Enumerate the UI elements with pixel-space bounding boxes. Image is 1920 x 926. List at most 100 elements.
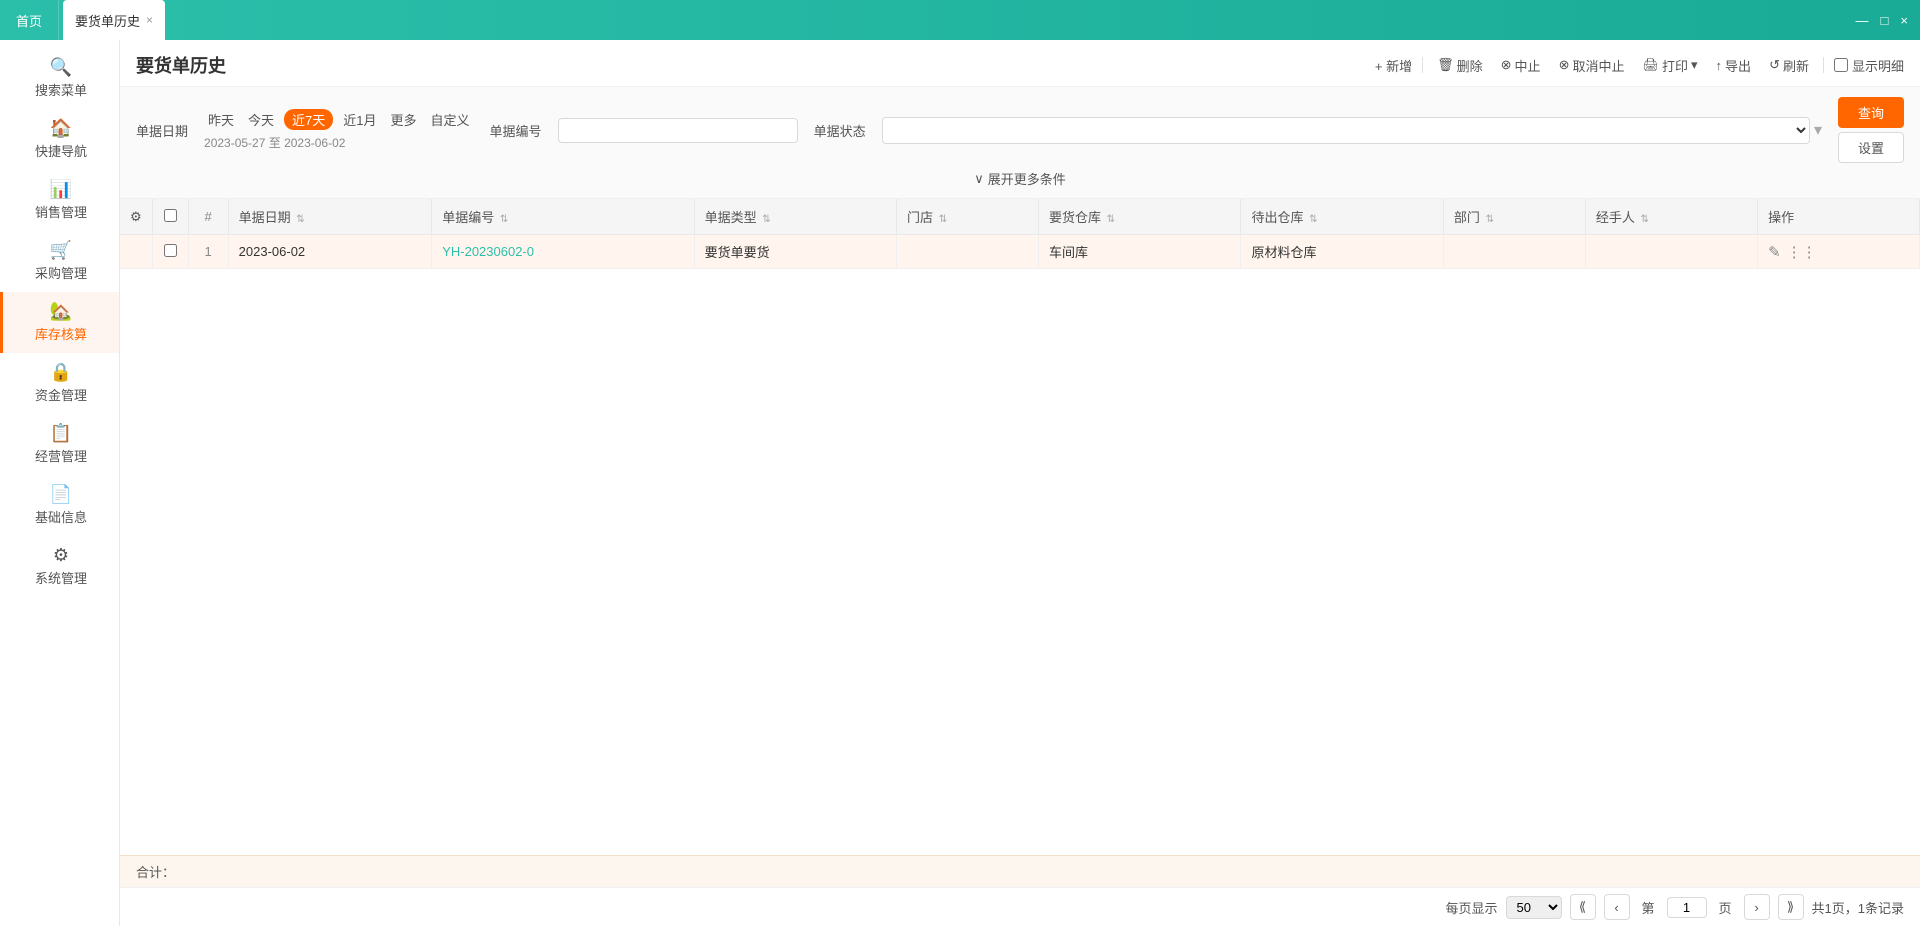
search-menu-icon: 🔍 [50, 58, 72, 76]
page-last-button[interactable]: ⟫ [1778, 894, 1804, 920]
sidebar-item-sales[interactable]: 📊 销售管理 [0, 170, 119, 231]
delete-button[interactable]: 🗑 删除 [1433, 54, 1487, 77]
cancel-stop-button[interactable]: ⊗ 取消中止 [1555, 54, 1629, 77]
sidebar-item-label: 系统管理 [35, 568, 87, 587]
settings-button[interactable]: 设置 [1838, 132, 1904, 163]
sidebar-item-search-menu[interactable]: 🔍 搜索菜单 [0, 48, 119, 109]
td-dest-warehouse: 原材料仓库 [1241, 235, 1443, 269]
tab-home[interactable]: 首页 [0, 0, 59, 40]
sort-icon-department: ⇅ [1486, 214, 1494, 225]
sidebar-item-finance[interactable]: 🔒 资金管理 [0, 353, 119, 414]
date-shortcut-more[interactable]: 更多 [387, 109, 421, 130]
th-handler-label: 经手人 [1596, 210, 1635, 225]
page-first-button[interactable]: ⟪ [1570, 894, 1596, 920]
print-button[interactable]: 🖨 打印 ▾ [1638, 54, 1701, 77]
finance-icon: 🔒 [50, 363, 72, 381]
th-actions: 操作 [1758, 199, 1920, 235]
system-icon: ⚙ [53, 546, 69, 564]
tab-active[interactable]: 要货单历史 × [63, 0, 165, 40]
th-doc-date[interactable]: 单据日期 ⇅ [228, 199, 432, 235]
content-area: 要货单历史 + 新增 🗑 删除 ⊗ 中止 ⊗ 取消中止 🖨 打 [120, 40, 1920, 926]
th-dest-warehouse-label: 待出仓库 [1251, 210, 1303, 225]
td-doc-date: 2023-06-02 [228, 235, 432, 269]
doc-status-select[interactable] [882, 117, 1810, 144]
th-store-label: 门店 [907, 210, 933, 225]
td-row-num: 1 [188, 235, 228, 269]
display-detail-toggle[interactable]: 显示明细 [1834, 56, 1904, 75]
table-footer: 合计： [120, 855, 1920, 887]
operations-icon: 📋 [50, 424, 72, 442]
top-bar-right: — □ × [1856, 13, 1920, 28]
quick-nav-icon: 🏠 [50, 119, 72, 137]
page-size-select[interactable]: 20 50 100 [1506, 896, 1562, 919]
td-doc-type: 要货单要货 [694, 235, 896, 269]
display-detail-label: 显示明细 [1852, 56, 1904, 75]
divider-1 [1422, 57, 1423, 73]
th-settings[interactable]: ⚙ [120, 199, 152, 235]
th-doc-number[interactable]: 单据编号 ⇅ [432, 199, 694, 235]
th-handler[interactable]: 经手人 ⇅ [1585, 199, 1757, 235]
sidebar-item-inventory[interactable]: 🏡 库存核算 [0, 292, 119, 353]
date-shortcut-yesterday[interactable]: 昨天 [204, 109, 238, 130]
th-dest-warehouse[interactable]: 待出仓库 ⇅ [1241, 199, 1443, 235]
export-button[interactable]: ↑ 导出 [1712, 54, 1756, 77]
page-size-label: 每页显示 [1445, 898, 1497, 917]
doc-status-clear-icon[interactable]: ▾ [1814, 120, 1822, 140]
expand-more-label: 展开更多条件 [988, 169, 1066, 188]
query-button[interactable]: 查询 [1838, 97, 1904, 128]
refresh-button[interactable]: ↺ 刷新 [1765, 54, 1813, 77]
page-number-input[interactable] [1667, 897, 1707, 918]
doc-number-label: 单据编号 [490, 121, 542, 140]
row-edit-icon[interactable]: ✎ [1768, 243, 1781, 261]
select-all-checkbox[interactable] [164, 209, 177, 222]
th-store[interactable]: 门店 ⇅ [897, 199, 1039, 235]
display-detail-checkbox[interactable] [1834, 58, 1848, 72]
sidebar-item-quick-nav[interactable]: 🏠 快捷导航 [0, 109, 119, 170]
stop-icon: ⊗ [1501, 57, 1512, 73]
tab-close-icon[interactable]: × [146, 14, 153, 26]
expand-more-row[interactable]: ∨ 展开更多条件 [136, 169, 1904, 188]
doc-number-input[interactable] [558, 118, 798, 143]
window-maximize-icon[interactable]: □ [1881, 13, 1889, 28]
sidebar-item-system[interactable]: ⚙ 系统管理 [0, 536, 119, 597]
date-shortcut-custom[interactable]: 自定义 [427, 109, 474, 130]
cancel-stop-label: 取消中止 [1572, 56, 1624, 75]
sidebar-item-basic-info[interactable]: 📄 基础信息 [0, 475, 119, 536]
toolbar: + 新增 🗑 删除 ⊗ 中止 ⊗ 取消中止 🖨 打印 ▾ [1375, 54, 1904, 77]
th-check [152, 199, 188, 235]
page-next-button[interactable]: › [1744, 894, 1770, 920]
sidebar-item-label: 销售管理 [35, 202, 87, 221]
delete-icon: 🗑 [1437, 57, 1454, 73]
td-doc-number: YH-20230602-0 [432, 235, 694, 269]
window-close-icon[interactable]: × [1900, 13, 1908, 28]
th-department[interactable]: 部门 ⇅ [1443, 199, 1585, 235]
sort-icon-doc-date: ⇅ [296, 214, 304, 225]
main-table: ⚙ # 单据日期 ⇅ 单据编号 ⇅ [120, 199, 1920, 269]
date-shortcut-today[interactable]: 今天 [244, 109, 278, 130]
filter-row-main: 单据日期 昨天 今天 近7天 近1月 更多 自定义 2023-05-27 至 2… [136, 97, 1904, 163]
date-shortcuts: 昨天 今天 近7天 近1月 更多 自定义 [204, 109, 474, 130]
divider-2 [1823, 57, 1824, 73]
page-text-before: 第 [1642, 898, 1655, 917]
th-num: # [188, 199, 228, 235]
sidebar-item-operations[interactable]: 📋 经营管理 [0, 414, 119, 475]
row-checkbox[interactable] [164, 244, 177, 257]
new-button[interactable]: + 新增 [1375, 56, 1412, 75]
export-icon: ↑ [1716, 58, 1723, 73]
page-title: 要货单历史 [136, 52, 226, 78]
page-prev-button[interactable]: ‹ [1604, 894, 1630, 920]
page-text-after: 页 [1719, 898, 1732, 917]
th-req-warehouse[interactable]: 要货仓库 ⇅ [1039, 199, 1241, 235]
th-doc-type[interactable]: 单据类型 ⇅ [694, 199, 896, 235]
td-row-settings [120, 235, 152, 269]
window-minimize-icon[interactable]: — [1856, 13, 1869, 28]
row-more-icon[interactable]: ⋮⋮ [1787, 243, 1817, 261]
pagination-bar: 每页显示 20 50 100 ⟪ ‹ 第 页 › ⟫ 共1页，1条记录 [120, 887, 1920, 926]
sidebar-item-purchase[interactable]: 🛒 采购管理 [0, 231, 119, 292]
date-shortcut-7days[interactable]: 近7天 [284, 109, 333, 130]
date-shortcut-1month[interactable]: 近1月 [339, 109, 380, 130]
stop-button[interactable]: ⊗ 中止 [1497, 54, 1545, 77]
stop-label: 中止 [1515, 56, 1541, 75]
doc-number-link[interactable]: YH-20230602-0 [442, 244, 534, 259]
cancel-stop-icon: ⊗ [1559, 57, 1570, 73]
